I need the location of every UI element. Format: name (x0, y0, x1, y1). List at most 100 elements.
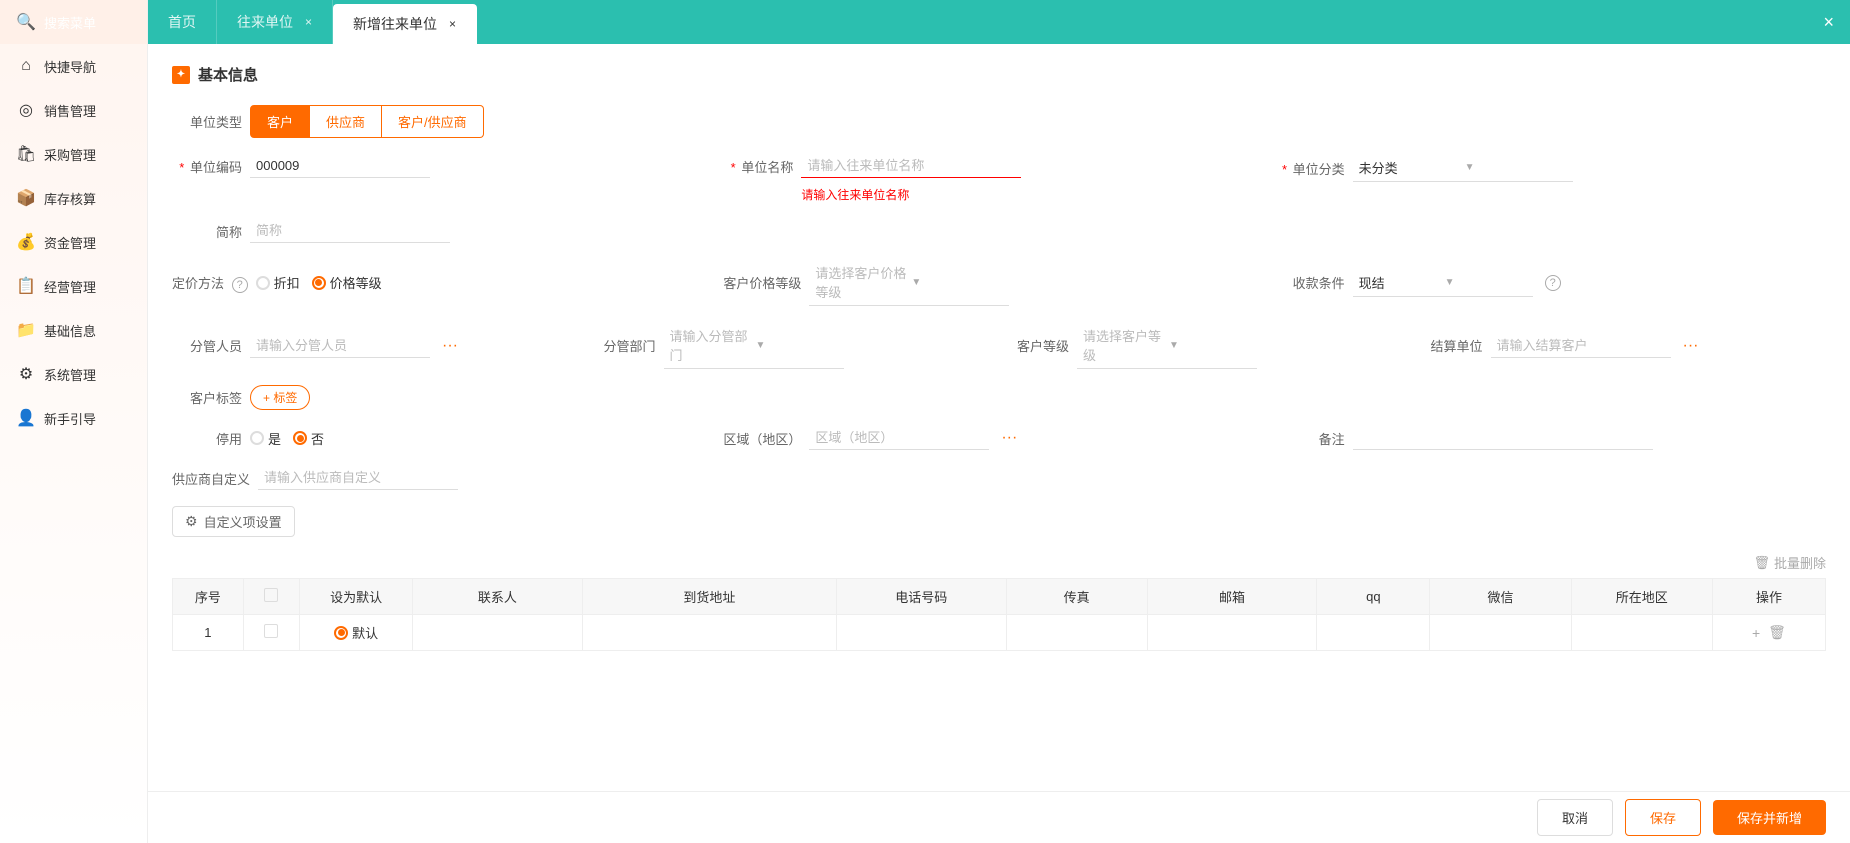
code-name-cat-row: * 单位编码 * 单位名称 请输入往来单位名称 (172, 154, 1826, 203)
add-tag-button[interactable]: + 标签 (250, 385, 310, 410)
level-radio-dot (315, 279, 322, 286)
sidebar-item-purchase[interactable]: 🛍 采购管理 (0, 132, 147, 176)
tab-contacts[interactable]: 往来单位 × (217, 0, 333, 44)
custom-settings-button[interactable]: ⚙ 自定义项设置 (172, 506, 295, 537)
row-contact-cell[interactable] (413, 615, 583, 651)
disable-no-label: 否 (311, 429, 324, 448)
pricing-label: 定价方法 ? (172, 273, 248, 293)
row-address-cell[interactable] (582, 615, 836, 651)
sidebar-item-newbie[interactable]: 👤 新手引导 (0, 396, 147, 440)
disable-region-row: 停用 是 否 区域（地区） ··· (172, 426, 1826, 450)
customer-price-select[interactable]: 请选择客户价格等级 ▼ (809, 259, 1009, 306)
unit-name-input[interactable] (801, 154, 1021, 178)
type-btn-both[interactable]: 客户/供应商 (382, 105, 484, 138)
row-fax-cell[interactable] (1006, 615, 1147, 651)
row-region-cell[interactable] (1571, 615, 1712, 651)
tab-home[interactable]: 首页 (148, 0, 217, 44)
manager-field: 分管人员 ··· (172, 334, 586, 358)
row-region-input[interactable] (1582, 625, 1702, 640)
row-phone-input[interactable] (847, 625, 996, 640)
row-add-btn[interactable]: + (1752, 625, 1760, 641)
row-default-radio[interactable]: 默认 (310, 623, 402, 642)
row-address-input[interactable] (593, 625, 826, 640)
sidebar-item-system[interactable]: ⚙ 系统管理 (0, 352, 147, 396)
row-fax-input[interactable] (1017, 625, 1137, 640)
unit-category-label: * 单位分类 (1275, 159, 1345, 178)
batch-delete-button[interactable]: 🗑 批量删除 (1753, 553, 1826, 572)
region-input[interactable] (809, 426, 989, 450)
row-wx-input[interactable] (1440, 625, 1560, 640)
tab-contacts-close[interactable]: × (305, 15, 312, 29)
row-wx-cell[interactable] (1430, 615, 1571, 651)
pricing-level-radio[interactable]: 价格等级 (312, 273, 382, 292)
sidebar-item-inventory[interactable]: 📦 库存核算 (0, 176, 147, 220)
row-checkbox[interactable] (264, 624, 278, 638)
sidebar-item-label: 基础信息 (44, 321, 96, 340)
sidebar-item-basics[interactable]: 📁 基础信息 (0, 308, 147, 352)
sidebar-item-sales[interactable]: ◎ 销售管理 (0, 88, 147, 132)
row-default-dot (338, 629, 345, 636)
type-btn-customer[interactable]: 客户 (250, 105, 310, 138)
content-area: ✦ 基本信息 单位类型 客户 供应商 客户/供应商 * 单位编码 (148, 44, 1850, 791)
customer-level-select[interactable]: 请选择客户等级 ▼ (1077, 322, 1257, 369)
footer: 取消 保存 保存并新增 (148, 791, 1850, 843)
unit-category-select[interactable]: 未分类 ▼ (1353, 154, 1573, 182)
region-dots-btn[interactable]: ··· (1001, 429, 1017, 447)
sidebar-item-search[interactable]: 🔍 搜索菜单 (0, 0, 147, 44)
disable-yes-radio[interactable]: 是 (250, 429, 281, 448)
pricing-row: 定价方法 ? 折扣 价格等级 客户价格 (172, 259, 1826, 306)
col-check-all[interactable] (243, 579, 300, 615)
remark-input[interactable] (1353, 426, 1653, 450)
sidebar-item-quick-nav[interactable]: ⌂ 快捷导航 (0, 44, 147, 88)
tab-new-contact-close[interactable]: × (449, 17, 456, 31)
sidebar-item-label: 采购管理 (44, 145, 96, 164)
check-all-checkbox[interactable] (264, 588, 278, 602)
operations-icon: 📋 (16, 276, 36, 296)
sidebar-item-label: 资金管理 (44, 233, 96, 252)
row-email-input[interactable] (1158, 625, 1307, 640)
row-qq-cell[interactable] (1317, 615, 1430, 651)
pricing-help-icon[interactable]: ? (232, 277, 248, 293)
settlement-field: 结算单位 ··· (1413, 334, 1827, 358)
unit-category-value: 未分类 (1359, 158, 1461, 177)
price-level-label: 价格等级 (330, 273, 382, 292)
pricing-discount-radio[interactable]: 折扣 (256, 273, 300, 292)
payment-help-icon[interactable]: ? (1545, 275, 1561, 291)
tab-contacts-label: 往来单位 (237, 12, 293, 32)
window-close-icon[interactable]: × (1823, 12, 1834, 33)
col-phone: 电话号码 (836, 579, 1006, 615)
row-contact-input[interactable] (423, 625, 572, 640)
save-and-new-button[interactable]: 保存并新增 (1713, 800, 1826, 835)
unit-code-input[interactable] (250, 154, 430, 178)
tab-new-contact[interactable]: 新增往来单位 × (333, 4, 477, 44)
customer-level-label: 客户等级 (999, 336, 1069, 355)
short-name-input[interactable] (250, 219, 450, 243)
manager-dots-btn[interactable]: ··· (442, 337, 458, 355)
inventory-icon: 📦 (16, 188, 36, 208)
row-action-buttons: + 🗑 (1723, 624, 1815, 641)
settlement-dots-btn[interactable]: ··· (1683, 337, 1699, 355)
row-phone-cell[interactable] (836, 615, 1006, 651)
settlement-input[interactable] (1491, 334, 1671, 358)
row-delete-btn[interactable]: 🗑 (1768, 624, 1786, 641)
batch-delete-icon: 🗑 (1753, 555, 1770, 571)
payment-select[interactable]: 现结 ▼ (1353, 269, 1533, 297)
dept-label: 分管部门 (586, 336, 656, 355)
type-btn-supplier[interactable]: 供应商 (310, 105, 382, 138)
disable-no-radio[interactable]: 否 (293, 429, 324, 448)
supplier-custom-input[interactable] (258, 466, 458, 490)
save-button[interactable]: 保存 (1625, 799, 1701, 836)
row-email-cell[interactable] (1147, 615, 1317, 651)
sidebar-item-operations[interactable]: 📋 经营管理 (0, 264, 147, 308)
manager-input[interactable] (250, 334, 430, 358)
customer-price-field: 客户价格等级 请选择客户价格等级 ▼ (723, 259, 1274, 306)
sidebar-item-finance[interactable]: 💰 资金管理 (0, 220, 147, 264)
row-qq-input[interactable] (1327, 625, 1419, 640)
dept-select[interactable]: 请输入分管部门 ▼ (664, 322, 844, 369)
cancel-button[interactable]: 取消 (1537, 799, 1613, 836)
discount-label: 折扣 (274, 273, 300, 292)
remark-label: 备注 (1275, 429, 1345, 448)
row-checkbox-cell[interactable] (243, 615, 300, 651)
settlement-label: 结算单位 (1413, 336, 1483, 355)
customer-level-placeholder: 请选择客户等级 (1083, 326, 1165, 364)
